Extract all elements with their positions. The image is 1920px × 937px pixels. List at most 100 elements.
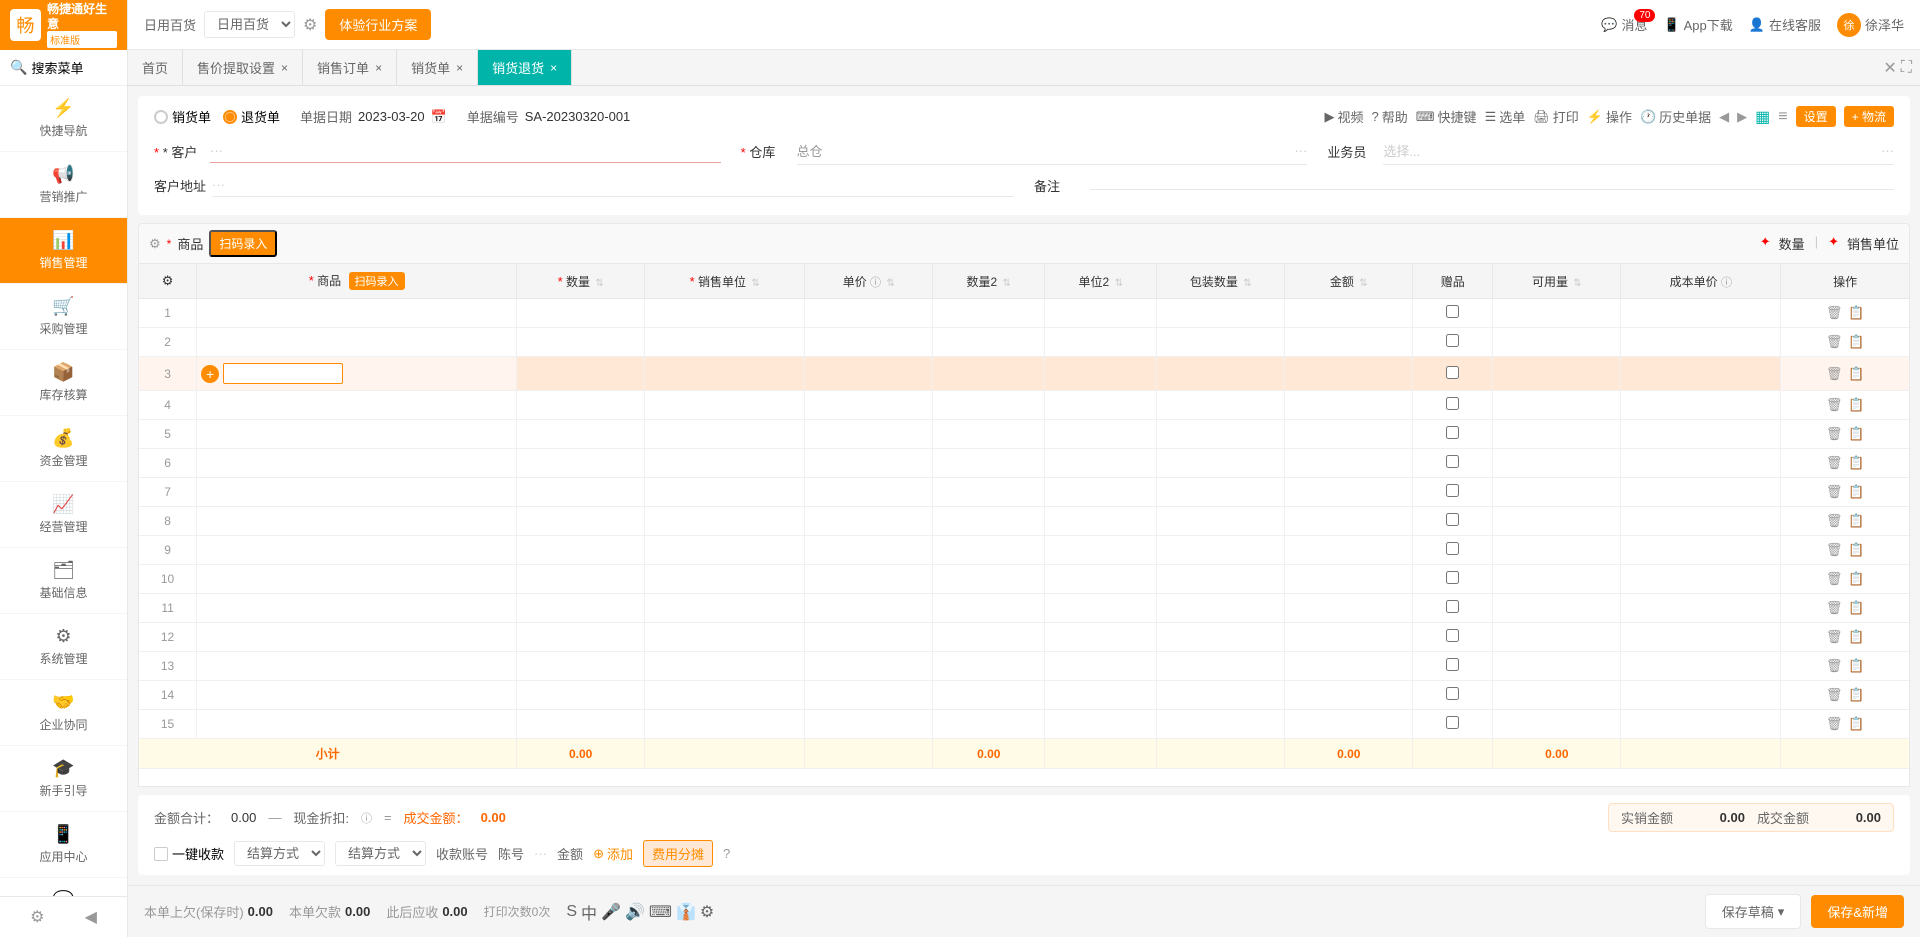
sidebar-item-enterprise[interactable]: 🤝 企业协同 xyxy=(0,680,127,746)
row-qty[interactable] xyxy=(517,623,645,652)
delete-row-btn[interactable]: 🗑 xyxy=(1826,542,1843,558)
grid-view-btn[interactable]: ▦ xyxy=(1755,107,1770,127)
delete-row-btn[interactable]: 🗑 xyxy=(1826,305,1843,321)
copy-row-btn[interactable]: 📋 xyxy=(1848,658,1864,674)
copy-row-btn[interactable]: 📋 xyxy=(1848,542,1864,558)
row-unit[interactable] xyxy=(645,681,805,710)
sidebar-item-inventory[interactable]: 📦 库存核算 xyxy=(0,350,127,416)
speaker-icon[interactable]: 🔊 xyxy=(625,902,645,922)
row-gift[interactable] xyxy=(1413,565,1493,594)
row-unit2[interactable] xyxy=(1045,681,1157,710)
save-draft-button[interactable]: 保存草稿 ▾ xyxy=(1705,894,1802,929)
row-amount[interactable] xyxy=(1285,710,1413,739)
row-gift[interactable] xyxy=(1413,623,1493,652)
delete-row-btn[interactable]: 🗑 xyxy=(1826,571,1843,587)
row-price[interactable] xyxy=(805,391,933,420)
copy-row-btn[interactable]: 📋 xyxy=(1848,484,1864,500)
row-price[interactable] xyxy=(805,681,933,710)
row-price[interactable] xyxy=(805,507,933,536)
sidebar-item-sales[interactable]: 📊 销售管理 xyxy=(0,218,127,284)
operate-btn[interactable]: ⚡ 操作 xyxy=(1587,107,1632,126)
row-qty2[interactable] xyxy=(933,391,1045,420)
row-unit2[interactable] xyxy=(1045,652,1157,681)
row-unit[interactable] xyxy=(645,507,805,536)
tab-order[interactable]: 销售订单 × xyxy=(303,50,397,86)
row-product[interactable] xyxy=(197,478,517,507)
one-click-checkbox[interactable]: 一键收款 xyxy=(154,844,224,863)
row-amount[interactable] xyxy=(1285,357,1413,391)
row-product[interactable] xyxy=(197,299,517,328)
row-gift[interactable] xyxy=(1413,507,1493,536)
th-settings[interactable]: ⚙ xyxy=(139,264,197,299)
row-price[interactable] xyxy=(805,623,933,652)
video-btn[interactable]: ▶ 视频 xyxy=(1325,107,1364,126)
message-button[interactable]: 💬 消息 70 xyxy=(1601,15,1647,34)
delete-row-btn[interactable]: 🗑 xyxy=(1826,397,1843,413)
fee-button[interactable]: 费用分摊 xyxy=(643,840,713,867)
row-qty2[interactable] xyxy=(933,565,1045,594)
row-product[interactable] xyxy=(197,710,517,739)
row-pack-qty[interactable] xyxy=(1157,681,1285,710)
row-unit2[interactable] xyxy=(1045,623,1157,652)
tab-home[interactable]: 首页 xyxy=(128,50,183,86)
discount-help-icon[interactable]: ⓘ xyxy=(361,810,372,826)
copy-row-btn[interactable]: 📋 xyxy=(1848,600,1864,616)
tab-price-close[interactable]: × xyxy=(281,61,288,75)
row-price[interactable] xyxy=(805,299,933,328)
row-product[interactable] xyxy=(197,652,517,681)
row-product[interactable] xyxy=(197,565,517,594)
row-qty[interactable] xyxy=(517,299,645,328)
row-unit2[interactable] xyxy=(1045,299,1157,328)
row-price[interactable] xyxy=(805,710,933,739)
row-qty[interactable] xyxy=(517,681,645,710)
delete-row-btn[interactable]: 🗑 xyxy=(1826,716,1843,732)
module-select[interactable]: 日用百货 xyxy=(204,11,295,38)
keyboard-icon[interactable]: ⌨ xyxy=(649,902,672,922)
gift-checkbox[interactable] xyxy=(1446,455,1459,468)
row-unit2[interactable] xyxy=(1045,449,1157,478)
row-pack-qty[interactable] xyxy=(1157,299,1285,328)
row-qty2[interactable] xyxy=(933,449,1045,478)
row-gift[interactable] xyxy=(1413,357,1493,391)
tab-sales-close[interactable]: × xyxy=(456,61,463,75)
calendar-icon[interactable]: 📅 xyxy=(431,109,447,125)
row-price[interactable] xyxy=(805,478,933,507)
prev-doc-btn[interactable]: ◀ xyxy=(1719,109,1729,125)
tab-return-close[interactable]: × xyxy=(550,61,557,75)
row-price[interactable] xyxy=(805,652,933,681)
row-amount[interactable] xyxy=(1285,623,1413,652)
copy-row-btn[interactable]: 📋 xyxy=(1848,366,1864,382)
history-btn[interactable]: 🕐 历史单据 xyxy=(1640,107,1711,126)
sidebar-item-marketing[interactable]: 📢 营销推广 xyxy=(0,152,127,218)
row-gift[interactable] xyxy=(1413,328,1493,357)
row-unit2[interactable] xyxy=(1045,420,1157,449)
row-price[interactable] xyxy=(805,565,933,594)
row-qty[interactable] xyxy=(517,594,645,623)
row-gift[interactable] xyxy=(1413,449,1493,478)
row-unit[interactable] xyxy=(645,710,805,739)
row-qty[interactable] xyxy=(517,357,645,391)
row-unit[interactable] xyxy=(645,478,805,507)
row-price[interactable] xyxy=(805,328,933,357)
product-input[interactable] xyxy=(223,363,343,384)
delete-row-btn[interactable]: 🗑 xyxy=(1826,334,1843,350)
print-btn[interactable]: 🖨 打印 xyxy=(1533,107,1579,126)
delete-row-btn[interactable]: 🗑 xyxy=(1826,426,1843,442)
scan-button[interactable]: 扫码录入 xyxy=(209,230,277,257)
tab-price[interactable]: 售价提取设置 × xyxy=(183,50,303,86)
sidebar-item-wechat[interactable]: 💬 企业微信 xyxy=(0,878,127,896)
row-amount[interactable] xyxy=(1285,681,1413,710)
gift-checkbox[interactable] xyxy=(1446,366,1459,379)
sidebar-search[interactable]: 🔍 搜索菜单 xyxy=(0,50,127,86)
shirt-icon[interactable]: 👔 xyxy=(676,902,696,922)
row-unit[interactable] xyxy=(645,449,805,478)
row-gift[interactable] xyxy=(1413,478,1493,507)
next-doc-btn[interactable]: ▶ xyxy=(1737,109,1747,125)
row-qty[interactable] xyxy=(517,565,645,594)
scan-btn-inline[interactable]: 扫码录入 xyxy=(349,272,405,290)
row-qty2[interactable] xyxy=(933,623,1045,652)
row-pack-qty[interactable] xyxy=(1157,565,1285,594)
account-select[interactable]: 结算方式 xyxy=(335,841,426,866)
delete-row-btn[interactable]: 🗑 xyxy=(1826,629,1843,645)
row-unit2[interactable] xyxy=(1045,594,1157,623)
